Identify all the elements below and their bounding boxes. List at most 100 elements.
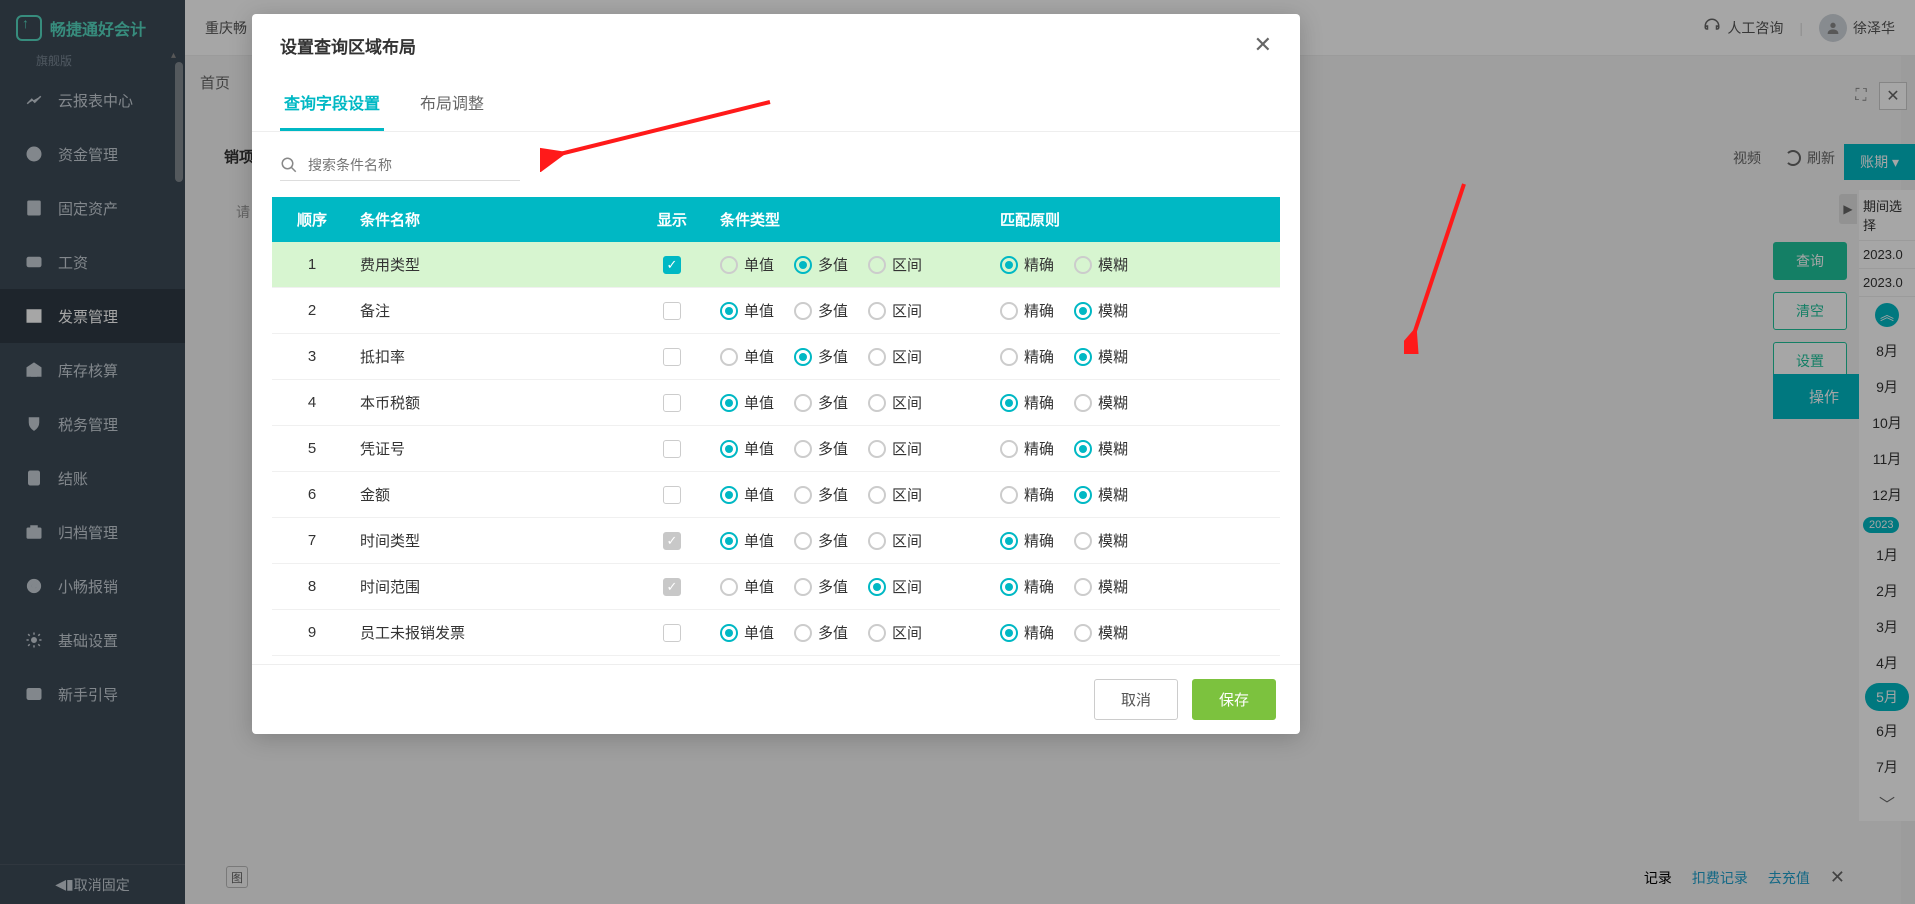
radio-icon <box>794 578 812 596</box>
radio-match-fuzzy[interactable]: 模糊 <box>1074 300 1128 321</box>
radio-type-single[interactable]: 单值 <box>720 622 774 643</box>
radio-match-fuzzy[interactable]: 模糊 <box>1074 576 1128 597</box>
radio-icon <box>1000 624 1018 642</box>
header-display: 显示 <box>632 197 712 242</box>
cell-name: 本币税额 <box>352 380 632 425</box>
radio-match-exact[interactable]: 精确 <box>1000 576 1054 597</box>
cell-order: 1 <box>272 244 352 285</box>
display-checkbox[interactable] <box>663 256 681 274</box>
cell-order: 4 <box>272 382 352 423</box>
radio-type-single[interactable]: 单值 <box>720 484 774 505</box>
radio-type-range[interactable]: 区间 <box>868 484 922 505</box>
radio-icon <box>868 348 886 366</box>
search-box <box>280 150 520 181</box>
radio-type-multi[interactable]: 多值 <box>794 530 848 551</box>
header-name: 条件名称 <box>352 197 632 242</box>
radio-type-single[interactable]: 单值 <box>720 576 774 597</box>
radio-match-exact[interactable]: 精确 <box>1000 300 1054 321</box>
display-checkbox[interactable] <box>663 440 681 458</box>
radio-match-exact[interactable]: 精确 <box>1000 622 1054 643</box>
radio-icon <box>794 624 812 642</box>
radio-type-multi[interactable]: 多值 <box>794 392 848 413</box>
radio-icon <box>868 394 886 412</box>
radio-type-range[interactable]: 区间 <box>868 254 922 275</box>
radio-match-fuzzy[interactable]: 模糊 <box>1074 484 1128 505</box>
radio-type-multi[interactable]: 多值 <box>794 484 848 505</box>
radio-match-fuzzy[interactable]: 模糊 <box>1074 438 1128 459</box>
cell-name: 金额 <box>352 472 632 517</box>
cell-order: 5 <box>272 428 352 469</box>
display-checkbox[interactable] <box>663 486 681 504</box>
table-row: 5凭证号 单值多值区间 精确模糊 <box>272 426 1280 472</box>
radio-icon <box>1074 256 1092 274</box>
radio-match-fuzzy[interactable]: 模糊 <box>1074 254 1128 275</box>
modal-close-button[interactable]: ✕ <box>1254 32 1272 58</box>
radio-type-multi[interactable]: 多值 <box>794 622 848 643</box>
radio-icon <box>1000 578 1018 596</box>
table-row: 6金额单值多值区间精确模糊 <box>272 472 1280 518</box>
radio-icon <box>868 624 886 642</box>
radio-type-multi[interactable]: 多值 <box>794 346 848 367</box>
radio-type-single[interactable]: 单值 <box>720 346 774 367</box>
search-input[interactable] <box>308 157 520 173</box>
radio-type-range[interactable]: 区间 <box>868 530 922 551</box>
radio-type-multi[interactable]: 多值 <box>794 576 848 597</box>
radio-type-range[interactable]: 区间 <box>868 622 922 643</box>
cell-order: 3 <box>272 336 352 377</box>
radio-type-range[interactable]: 区间 <box>868 300 922 321</box>
radio-icon <box>720 624 738 642</box>
header-type: 条件类型 <box>712 197 992 242</box>
header-match: 匹配原则 <box>992 197 1280 242</box>
radio-match-exact[interactable]: 精确 <box>1000 392 1054 413</box>
radio-icon <box>720 532 738 550</box>
radio-type-single[interactable]: 单值 <box>720 254 774 275</box>
display-checkbox[interactable] <box>663 348 681 366</box>
cell-name: 凭证号 <box>352 426 632 471</box>
radio-match-exact[interactable]: 精确 <box>1000 254 1054 275</box>
display-checkbox[interactable] <box>663 394 681 412</box>
radio-type-range[interactable]: 区间 <box>868 346 922 367</box>
radio-icon <box>720 394 738 412</box>
display-checkbox <box>663 578 681 596</box>
tab-field-settings[interactable]: 查询字段设置 <box>280 76 384 131</box>
radio-match-fuzzy[interactable]: 模糊 <box>1074 346 1128 367</box>
radio-match-fuzzy[interactable]: 模糊 <box>1074 622 1128 643</box>
radio-icon <box>794 440 812 458</box>
table-row: 7时间类型单值多值区间精确模糊 <box>272 518 1280 564</box>
cell-name: 抵扣率 <box>352 334 632 379</box>
radio-type-range[interactable]: 区间 <box>868 576 922 597</box>
radio-type-single[interactable]: 单值 <box>720 438 774 459</box>
radio-type-single[interactable]: 单值 <box>720 530 774 551</box>
radio-icon <box>1000 394 1018 412</box>
table-row: 1费用类型单值多值区间精确模糊 <box>272 242 1280 288</box>
radio-match-exact[interactable]: 精确 <box>1000 346 1054 367</box>
radio-type-multi[interactable]: 多值 <box>794 438 848 459</box>
table-header: 顺序 条件名称 显示 条件类型 匹配原则 <box>272 197 1280 242</box>
radio-match-exact[interactable]: 精确 <box>1000 438 1054 459</box>
cancel-button[interactable]: 取消 <box>1094 679 1178 720</box>
radio-type-single[interactable]: 单值 <box>720 300 774 321</box>
table-row: 8时间范围单值多值区间精确模糊 <box>272 564 1280 610</box>
radio-icon <box>720 348 738 366</box>
radio-match-exact[interactable]: 精确 <box>1000 530 1054 551</box>
radio-type-multi[interactable]: 多值 <box>794 254 848 275</box>
radio-type-multi[interactable]: 多值 <box>794 300 848 321</box>
save-button[interactable]: 保存 <box>1192 679 1276 720</box>
radio-match-fuzzy[interactable]: 模糊 <box>1074 392 1128 413</box>
radio-icon <box>1074 440 1092 458</box>
radio-type-range[interactable]: 区间 <box>868 438 922 459</box>
cell-order: 9 <box>272 612 352 653</box>
radio-type-single[interactable]: 单值 <box>720 392 774 413</box>
display-checkbox[interactable] <box>663 624 681 642</box>
header-order: 顺序 <box>272 197 352 242</box>
radio-icon <box>868 532 886 550</box>
modal-title: 设置查询区域布局 <box>280 33 416 58</box>
display-checkbox <box>663 532 681 550</box>
radio-match-fuzzy[interactable]: 模糊 <box>1074 530 1128 551</box>
radio-match-exact[interactable]: 精确 <box>1000 484 1054 505</box>
tab-layout-adjust[interactable]: 布局调整 <box>416 76 488 131</box>
display-checkbox[interactable] <box>663 302 681 320</box>
radio-type-range[interactable]: 区间 <box>868 392 922 413</box>
radio-icon <box>1074 624 1092 642</box>
radio-icon <box>1000 348 1018 366</box>
